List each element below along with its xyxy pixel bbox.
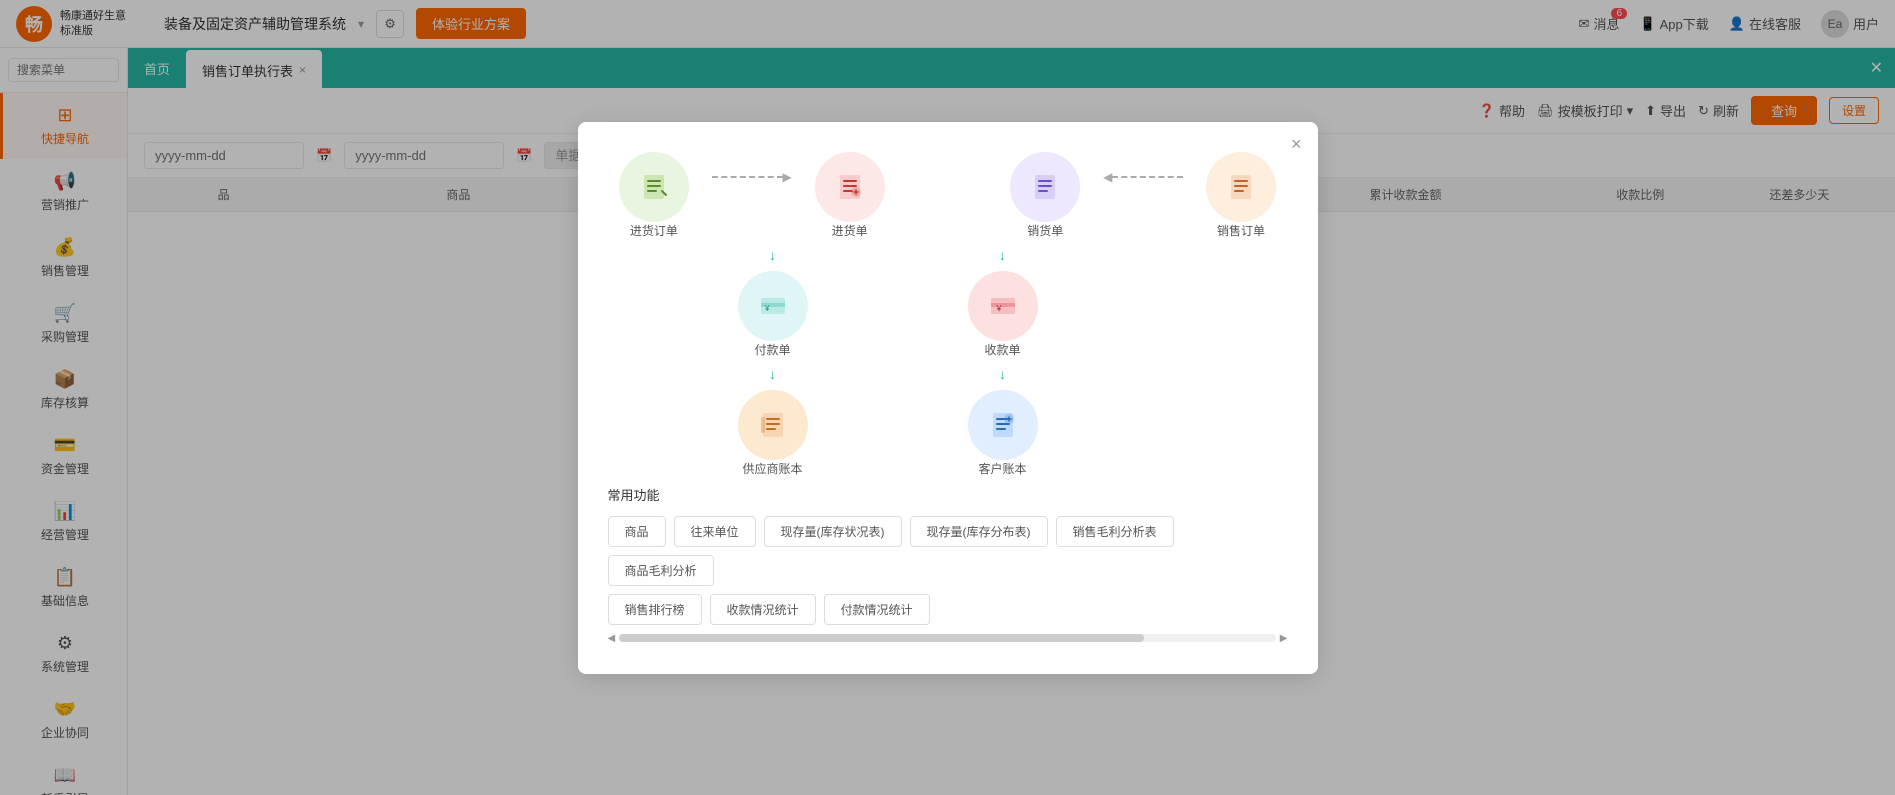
payment-circle: ¥ xyxy=(738,271,808,341)
supplier-ledger-label: 供应商账本 xyxy=(742,460,802,477)
sales-order-label: 销售订单 xyxy=(1217,222,1265,239)
modal-scrollbar[interactable] xyxy=(619,634,1276,642)
scroll-right-arrow[interactable]: ▶ xyxy=(1280,633,1288,644)
arrow-right-icon: ▶ xyxy=(783,170,792,184)
func-row-2: 销售排行榜 收款情况统计 付款情况统计 xyxy=(608,594,1288,625)
sales-bill-circle xyxy=(1010,152,1080,222)
flow-top-row: 进货订单 ▶ xyxy=(608,152,1288,239)
func-btn-counterparty[interactable]: 往来单位 xyxy=(674,516,756,547)
scrollbar-thumb xyxy=(619,634,1144,642)
vertical-arrows-row: ↓ ↓ xyxy=(608,243,1288,267)
func-btn-payment-stat[interactable]: 付款情况统计 xyxy=(824,594,930,625)
flow-node-purchase-order[interactable]: 进货订单 xyxy=(619,152,689,239)
common-functions-title: 常用功能 xyxy=(608,485,1288,504)
modal-dialog: × 进货订单 xyxy=(578,122,1318,674)
common-functions: 常用功能 商品 往来单位 现存量(库存状况表) 现存量(库存分布表) 销售毛利分… xyxy=(608,485,1288,625)
vertical-arrows-row2: ↓ ↓ xyxy=(608,362,1288,386)
func-btn-stock-status[interactable]: 现存量(库存状况表) xyxy=(764,516,902,547)
v-arrow-purchase: ↓ xyxy=(738,243,808,267)
payment-label: 付款单 xyxy=(754,341,790,358)
purchase-bill-label: 进货单 xyxy=(832,222,868,239)
sales-order-circle xyxy=(1206,152,1276,222)
v-arrow-receipt: ↓ xyxy=(968,362,1038,386)
v-arrow-payment: ↓ xyxy=(738,362,808,386)
svg-text:¥: ¥ xyxy=(764,304,770,313)
flow-node-sales-bill[interactable]: 销货单 xyxy=(1010,152,1080,239)
purchase-order-label: 进货订单 xyxy=(630,222,678,239)
arrow-purchase-to-bill: ▶ xyxy=(712,170,792,220)
modal-close-button[interactable]: × xyxy=(1291,134,1302,155)
func-btn-sales-rank[interactable]: 销售排行榜 xyxy=(608,594,702,625)
v-arrow-sales: ↓ xyxy=(968,243,1038,267)
flow-diagram: 进货订单 ▶ xyxy=(608,152,1288,477)
receipt-circle: ￥ xyxy=(968,271,1038,341)
flow-node-receipt[interactable]: ￥ 收款单 xyxy=(968,271,1038,358)
arrow-left-icon: ◀ xyxy=(1103,170,1112,184)
flow-node-customer-ledger[interactable]: 客户账本 xyxy=(968,390,1038,477)
flow-mid-row: ¥ 付款单 ￥ 收款单 xyxy=(608,271,1288,358)
flow-node-payment[interactable]: ¥ 付款单 xyxy=(738,271,808,358)
flow-node-sales-order[interactable]: 销售订单 xyxy=(1206,152,1276,239)
purchase-order-circle xyxy=(619,152,689,222)
customer-ledger-circle xyxy=(968,390,1038,460)
func-btn-stock-dist[interactable]: 现存量(库存分布表) xyxy=(910,516,1048,547)
modal-overlay[interactable]: × 进货订单 xyxy=(0,0,1895,795)
arrow-sales-order-to-bill: ◀ xyxy=(1103,170,1183,220)
flow-node-purchase-bill[interactable]: 进货单 xyxy=(815,152,885,239)
purchase-bill-circle xyxy=(815,152,885,222)
receipt-label: 收款单 xyxy=(984,341,1020,358)
flow-bot-row: 供应商账本 客户账本 xyxy=(608,390,1288,477)
svg-text:￥: ￥ xyxy=(995,304,1003,313)
scroll-left-arrow[interactable]: ◀ xyxy=(608,633,616,644)
sales-bill-label: 销货单 xyxy=(1027,222,1063,239)
customer-ledger-label: 客户账本 xyxy=(978,460,1026,477)
func-row-1: 商品 往来单位 现存量(库存状况表) 现存量(库存分布表) 销售毛利分析表 商品… xyxy=(608,516,1288,586)
func-btn-product[interactable]: 商品 xyxy=(608,516,666,547)
modal-scrollbar-container: ◀ ▶ xyxy=(608,633,1288,644)
func-btn-sales-margin[interactable]: 销售毛利分析表 xyxy=(1056,516,1174,547)
func-btn-receipt-stat[interactable]: 收款情况统计 xyxy=(710,594,816,625)
func-btn-product-margin[interactable]: 商品毛利分析 xyxy=(608,555,714,586)
flow-node-supplier-ledger[interactable]: 供应商账本 xyxy=(738,390,808,477)
supplier-ledger-circle xyxy=(738,390,808,460)
